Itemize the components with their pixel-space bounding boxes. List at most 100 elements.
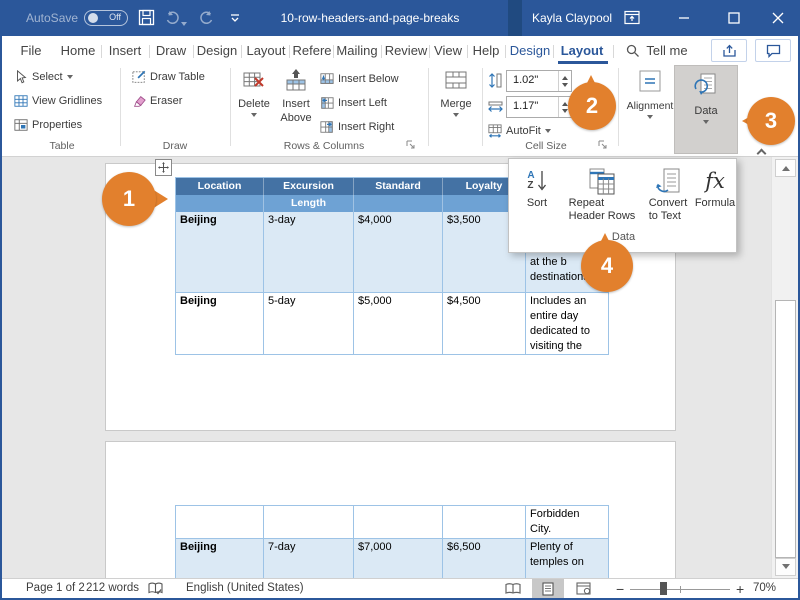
table-row-height-icon — [488, 73, 502, 88]
autosave-toggle[interactable]: Off — [84, 10, 128, 26]
view-gridlines-button[interactable]: View Gridlines — [14, 94, 102, 108]
word-count[interactable]: 212 words — [86, 582, 139, 594]
tab-insert[interactable]: Insert — [104, 40, 146, 62]
read-mode-icon — [505, 582, 521, 594]
tell-me-label[interactable]: Tell me — [644, 40, 690, 62]
print-layout-button-selected[interactable] — [532, 579, 564, 598]
cell[interactable]: $5,000 — [354, 293, 443, 355]
menu-item-convert-to-text[interactable]: Convert to Text — [643, 165, 693, 223]
cell-size-dialog-launcher-icon[interactable] — [598, 140, 608, 150]
close-button[interactable] — [772, 0, 800, 36]
cell[interactable]: 5-day — [264, 293, 354, 355]
header-cell-length[interactable]: Length — [264, 195, 354, 212]
page-indicator[interactable]: Page 1 of 2 — [26, 582, 85, 594]
gridlines-icon — [14, 95, 28, 107]
comments-button[interactable] — [755, 39, 791, 62]
cell[interactable]: Beijing — [176, 539, 264, 578]
page-2[interactable]: Forbidden City. Beijing 7-day $7,000 $6,… — [105, 441, 676, 578]
cell[interactable]: Includes an entire day dedicated to visi… — [526, 293, 609, 355]
data-icon — [694, 73, 716, 95]
menu-item-formula[interactable]: fx Formula — [693, 165, 737, 209]
header-cell-standard[interactable]: Standard — [354, 178, 443, 195]
tab-mailings[interactable]: Mailing — [336, 40, 378, 62]
undo-dropdown-caret[interactable] — [181, 16, 187, 34]
insert-above-button[interactable]: Insert Above — [274, 68, 318, 125]
cell[interactable] — [443, 506, 526, 539]
redo-icon[interactable] — [199, 10, 215, 26]
read-mode-button[interactable] — [498, 579, 528, 598]
menu-item-repeat-header-rows[interactable]: Repeat Header Rows — [565, 165, 639, 223]
data-button-pressed[interactable]: Data — [674, 65, 738, 154]
page2-table[interactable]: Forbidden City. Beijing 7-day $7,000 $6,… — [175, 505, 609, 578]
cell[interactable]: 7-day — [264, 539, 354, 578]
draw-table-button[interactable]: Draw Table — [132, 70, 205, 84]
header-cell-location[interactable]: Location — [176, 178, 264, 195]
tab-layout[interactable]: Layout — [244, 40, 288, 62]
autofit-button[interactable]: AutoFit — [488, 124, 551, 138]
cell[interactable] — [354, 506, 443, 539]
table-move-handle[interactable] — [155, 159, 172, 176]
undo-icon[interactable] — [164, 10, 180, 26]
ribbon-display-options-icon[interactable] — [624, 10, 640, 25]
tab-draw[interactable]: Draw — [152, 40, 190, 62]
select-button[interactable]: Select — [14, 70, 73, 84]
row-height-spinner[interactable]: 1.02" — [506, 70, 572, 92]
search-icon[interactable] — [626, 44, 640, 58]
title-bar: AutoSave Off 10-row-headers-and-page-bre… — [0, 0, 800, 36]
cell[interactable]: Forbidden City. — [526, 506, 609, 539]
insert-left-button[interactable]: Insert Left — [320, 96, 387, 110]
cell[interactable]: Beijing — [176, 293, 264, 355]
zoom-in-button[interactable]: + — [736, 581, 744, 597]
insert-right-button[interactable]: Insert Right — [320, 120, 394, 134]
cell[interactable]: Plenty of temples on — [526, 539, 609, 578]
header-cell-excursion[interactable]: Excursion — [264, 178, 354, 195]
language-indicator[interactable]: English (United States) — [186, 582, 304, 594]
rows-columns-dialog-launcher-icon[interactable] — [406, 140, 416, 150]
cell[interactable]: $7,000 — [354, 539, 443, 578]
tab-design[interactable]: Design — [196, 40, 238, 62]
maximize-button[interactable] — [728, 0, 762, 36]
eraser-button[interactable]: Eraser — [132, 94, 182, 108]
share-button[interactable] — [711, 39, 747, 62]
zoom-level[interactable]: 70% — [753, 582, 776, 594]
tab-references[interactable]: Refere — [292, 40, 332, 62]
cell[interactable] — [176, 506, 264, 539]
table-properties-button[interactable]: Properties — [14, 118, 82, 132]
tab-review[interactable]: Review — [384, 40, 428, 62]
web-layout-button[interactable] — [568, 579, 598, 598]
scroll-up-button[interactable] — [775, 159, 796, 177]
merge-button[interactable]: Merge — [434, 68, 478, 120]
tab-table-design[interactable]: Design — [508, 40, 552, 62]
save-icon[interactable] — [138, 9, 155, 26]
cell[interactable]: Beijing — [176, 212, 264, 293]
zoom-slider-thumb[interactable] — [660, 582, 667, 595]
cell-size-group-label: Cell Size — [525, 140, 567, 152]
tab-table-layout-active[interactable]: Layout — [556, 40, 608, 62]
delete-button[interactable]: Delete — [234, 68, 274, 120]
column-width-spinner[interactable]: 1.17" — [506, 96, 572, 118]
cell[interactable]: $6,500 — [443, 539, 526, 578]
scrollbar-thumb[interactable] — [775, 300, 796, 558]
tab-file[interactable]: File — [14, 40, 48, 62]
insert-below-icon — [320, 73, 334, 84]
cell[interactable]: $4,000 — [354, 212, 443, 293]
row-height-spinner-arrows[interactable] — [558, 71, 571, 91]
tab-home[interactable]: Home — [58, 40, 98, 62]
proofing-icon[interactable] — [148, 582, 163, 595]
menu-item-sort[interactable]: A Z Sort — [517, 165, 557, 210]
insert-below-button[interactable]: Insert Below — [320, 72, 399, 86]
tab-help[interactable]: Help — [470, 40, 502, 62]
cell[interactable]: $4,500 — [443, 293, 526, 355]
autosave-state: Off — [109, 12, 121, 22]
draw-table-icon — [132, 70, 146, 83]
tab-view[interactable]: View — [432, 40, 464, 62]
alignment-button[interactable]: Alignment — [622, 68, 678, 122]
scroll-down-button[interactable] — [775, 558, 796, 576]
comment-icon — [766, 44, 780, 58]
zoom-out-button[interactable]: − — [616, 581, 624, 597]
minimize-button[interactable] — [678, 0, 712, 36]
table-group-label: Table — [49, 140, 75, 152]
cell[interactable] — [264, 506, 354, 539]
cell[interactable]: 3-day — [264, 212, 354, 293]
vertical-scrollbar[interactable] — [771, 157, 798, 578]
